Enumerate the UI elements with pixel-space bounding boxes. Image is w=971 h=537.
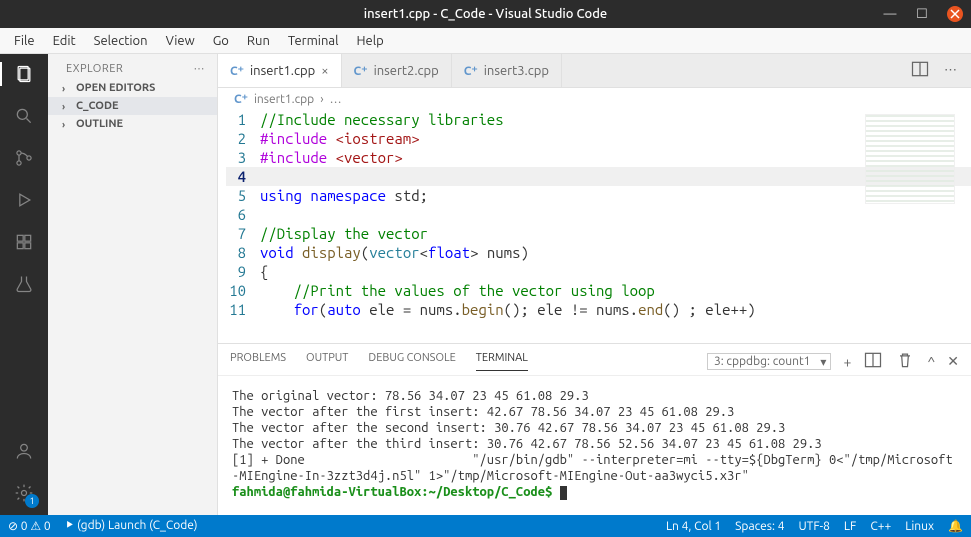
- menu-file[interactable]: File: [6, 31, 43, 51]
- sidebar-section-c_code[interactable]: ›C_CODE: [48, 97, 217, 115]
- menubar: FileEditSelectionViewGoRunTerminalHelp: [0, 28, 971, 54]
- sidebar: EXPLORER ⋯ ›OPEN EDITORS›C_CODE›OUTLINE: [48, 54, 218, 515]
- settings-badge: 1: [25, 494, 39, 508]
- explorer-title: EXPLORER: [66, 63, 123, 75]
- source-control-icon[interactable]: [12, 146, 36, 170]
- new-terminal-icon[interactable]: +: [843, 354, 851, 370]
- tab-close-icon[interactable]: ×: [321, 64, 328, 78]
- terminal[interactable]: The original vector: 78.56 34.07 23 45 6…: [218, 376, 971, 515]
- breadcrumb[interactable]: C⁺ insert1.cpp › …: [218, 88, 971, 110]
- tab-insert3-cpp[interactable]: C⁺insert3.cpp: [452, 54, 562, 87]
- status-item[interactable]: ⯈ (gdb) Launch (C_Code): [65, 519, 198, 533]
- settings-icon[interactable]: 1: [12, 481, 36, 505]
- terminal-selector[interactable]: 3: cppdbg: count1 ▾: [707, 353, 831, 370]
- account-icon[interactable]: [12, 439, 36, 463]
- close-panel-icon[interactable]: ✕: [947, 353, 959, 370]
- editor-body[interactable]: 1//Include necessary libraries2#include …: [218, 110, 971, 343]
- split-terminal-icon[interactable]: [863, 350, 883, 373]
- minimap[interactable]: [865, 114, 955, 204]
- more-icon[interactable]: ⋯: [194, 62, 206, 75]
- maximize-icon[interactable]: ☐: [915, 7, 929, 21]
- status-item[interactable]: Ln 4, Col 1: [666, 520, 721, 533]
- sidebar-section-outline[interactable]: ›OUTLINE: [48, 115, 217, 133]
- breadcrumb-file: insert1.cpp: [254, 93, 314, 106]
- statusbar: ⊘ 0 ⚠ 0 ⯈ (gdb) Launch (C_Code) Ln 4, Col…: [0, 515, 971, 537]
- status-item[interactable]: 🔔: [948, 519, 963, 533]
- editor-area: C⁺insert1.cpp×C⁺insert2.cppC⁺insert3.cpp…: [218, 54, 971, 515]
- sidebar-header: EXPLORER ⋯: [48, 54, 217, 79]
- more-editor-icon[interactable]: ⋯: [944, 63, 957, 78]
- panel-tabs: PROBLEMS OUTPUT DEBUG CONSOLE TERMINAL 3: c…: [218, 344, 971, 376]
- tab-insert2-cpp[interactable]: C⁺insert2.cpp: [342, 54, 452, 87]
- status-item[interactable]: LF: [844, 520, 856, 533]
- status-item[interactable]: Spaces: 4: [735, 520, 784, 533]
- minimize-icon[interactable]: —: [883, 7, 897, 21]
- sidebar-section-open-editors[interactable]: ›OPEN EDITORS: [48, 79, 217, 97]
- kill-terminal-icon[interactable]: [895, 350, 915, 373]
- extensions-icon[interactable]: [12, 230, 36, 254]
- editor-tabs: C⁺insert1.cpp×C⁺insert2.cppC⁺insert3.cpp…: [218, 54, 971, 88]
- explorer-icon[interactable]: [12, 62, 36, 86]
- menu-selection[interactable]: Selection: [86, 31, 156, 51]
- panel-tab-terminal[interactable]: TERMINAL: [476, 352, 528, 371]
- tab-insert1-cpp[interactable]: C⁺insert1.cpp×: [218, 54, 342, 87]
- window-controls: — ☐: [883, 6, 963, 22]
- panel-tab-debug-console[interactable]: DEBUG CONSOLE: [368, 352, 455, 371]
- run-debug-icon[interactable]: [12, 188, 36, 212]
- menu-edit[interactable]: Edit: [45, 31, 84, 51]
- menu-terminal[interactable]: Terminal: [280, 31, 347, 51]
- menu-run[interactable]: Run: [239, 31, 278, 51]
- maximize-panel-icon[interactable]: ^: [927, 354, 935, 370]
- status-item[interactable]: Linux: [905, 520, 934, 533]
- menu-go[interactable]: Go: [205, 31, 237, 51]
- menu-help[interactable]: Help: [348, 31, 391, 51]
- close-icon[interactable]: [947, 6, 963, 22]
- panel: PROBLEMS OUTPUT DEBUG CONSOLE TERMINAL 3: c…: [218, 343, 971, 515]
- status-item[interactable]: C++: [870, 520, 891, 533]
- titlebar: insert1.cpp - C_Code - Visual Studio Cod…: [0, 0, 971, 28]
- panel-tab-problems[interactable]: PROBLEMS: [230, 352, 286, 371]
- activity-bar: 1: [0, 54, 48, 515]
- status-item[interactable]: ⊘ 0 ⚠ 0: [8, 519, 51, 533]
- window-title: insert1.cpp - C_Code - Visual Studio Cod…: [364, 7, 607, 21]
- panel-tab-output[interactable]: OUTPUT: [306, 352, 348, 371]
- menu-view[interactable]: View: [158, 31, 203, 51]
- status-item[interactable]: UTF-8: [798, 520, 829, 533]
- split-editor-icon[interactable]: [910, 59, 930, 82]
- search-icon[interactable]: [12, 104, 36, 128]
- test-icon[interactable]: [12, 272, 36, 296]
